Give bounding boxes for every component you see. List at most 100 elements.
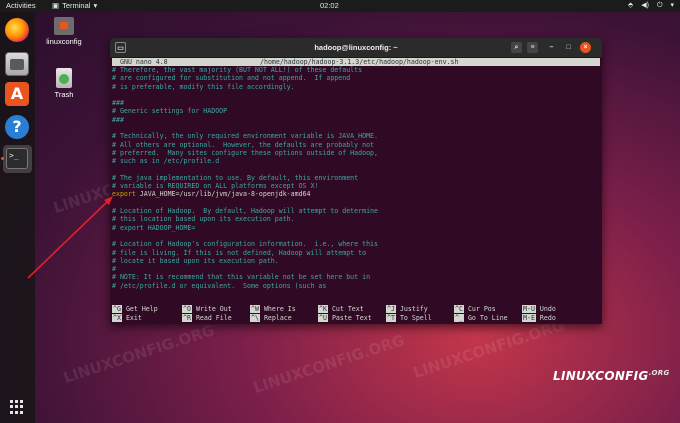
shortcut-label: Paste Text [331,313,372,322]
shortcut-undo[interactable]: M-U Undo [522,305,556,313]
terminal-screen[interactable]: GNU nano 4.8 /home/hadoop/hadoop-3.1.3/e… [110,57,602,324]
volume-icon: ◀) [641,2,649,9]
shortcut-label: Undo [539,305,556,313]
shortcut-row-1: ^G Get Help ^O Write Out ^W Where Is ^K … [112,305,600,314]
firefox-icon[interactable] [5,18,29,42]
code-line: # preferred. Many sites configure these … [112,148,378,157]
code-line: # Location of Hadoop. By default, Hadoop… [112,207,378,216]
system-tray[interactable]: ⬘ ◀) ⏻ ▾ [628,1,674,11]
shortcut-cur-pos[interactable]: ^C Cur Pos [454,305,496,313]
home-folder-label: linuxconfig [46,37,82,46]
help-icon[interactable]: ? [5,115,29,139]
shortcut-key: M-U [522,305,536,313]
hamburger-menu-icon[interactable]: ≡ [527,42,538,53]
shortcut-label: Justify [399,305,428,313]
code-line: ### [112,115,124,124]
shortcut-justify[interactable]: ^J Justify [386,305,428,313]
shortcut-key: M-E [522,313,536,322]
shortcut-exit[interactable]: ^X Exit [112,313,142,322]
shortcut-key: ^R [182,313,192,322]
shortcut-label: To Spell [399,313,432,322]
shortcut-where-is[interactable]: ^W Where Is [250,305,296,313]
app-menu-terminal[interactable]: ▣ Terminal ▾ [52,1,97,10]
code-line: # All others are optional. However, the … [112,140,375,149]
files-icon[interactable] [5,52,29,76]
shortcut-get-help[interactable]: ^G Get Help [112,305,158,313]
shortcut-to-spell[interactable]: ^T To Spell [386,313,432,322]
shortcut-key: ^\ [250,313,260,322]
code-line: # Therefore, the vast majority (BUT NOT … [112,66,363,74]
shortcut-paste-text[interactable]: ^U Paste Text [318,313,372,322]
activities-button[interactable]: Activities [6,1,36,10]
shortcut-key: ^J [386,305,396,313]
code-line: # is preferable, modify this file accord… [112,82,295,91]
home-folder-icon [54,17,74,35]
code-line: # The java implementation to use. By def… [112,173,359,182]
top-bar: Activities ▣ Terminal ▾ 02:02 ⬘ ◀) ⏻ ▾ [0,0,680,12]
brand-main: LINUXCONFIG [553,369,649,383]
shortcut-go-to-line[interactable]: ^_ Go To Line [454,313,508,322]
clock[interactable]: 02:02 [320,1,339,10]
shortcut-label: Where Is [263,305,296,313]
code-line: # NOTE: It is recommend that this variab… [112,273,371,282]
search-icon[interactable]: ⌕ [511,42,522,53]
trash-label: Trash [54,90,74,99]
code-line: # [112,265,116,274]
shortcut-key: ^C [454,305,464,313]
shortcut-label: Write Out [195,305,232,313]
shortcut-key: ^U [318,313,328,322]
code-line: # are configured for substitution and no… [112,74,351,83]
shortcut-key: ^T [386,313,396,322]
watermark: LINUXCONFIG.ORG [61,321,217,387]
shortcut-label: Go To Line [467,313,508,322]
software-store-icon[interactable]: A [5,82,29,106]
chevron-down-icon: ▾ [93,1,98,10]
code-line: # export HADOOP_HOME= [112,223,196,232]
nano-header: GNU nano 4.8 /home/hadoop/hadoop-3.1.3/e… [112,58,600,66]
export-java-home-line: export JAVA_HOME=/usr/lib/jvm/java-8-ope… [112,190,600,198]
shortcut-replace[interactable]: ^\ Replace [250,313,292,322]
code-line: # Location of Hadoop's configuration inf… [112,240,378,249]
watermark: LINUXCONFIG.ORG [411,316,567,382]
minimize-icon[interactable]: – [546,42,557,53]
terminal-titlebar[interactable]: ▭ hadoop@linuxconfig: ~ ⌕ ≡ – □ × [110,38,602,57]
terminal-dock-icon[interactable]: >_ [3,145,32,173]
close-icon[interactable]: × [580,42,591,53]
code-line: ### [112,99,124,108]
java-home-value: JAVA_HOME=/usr/lib/jvm/java-8-openjdk-am… [135,190,311,199]
shortcut-label: Get Help [125,305,158,313]
show-applications-icon[interactable] [10,400,24,414]
nano-editor-content[interactable]: # Therefore, the vast majority (BUT NOT … [112,66,600,290]
watermark: LINUXCONFIG.ORG [251,331,407,397]
chevron-down-icon: ▾ [670,2,674,9]
network-icon: ⬘ [627,2,634,9]
shortcut-redo[interactable]: M-E Redo [522,313,556,322]
shortcut-label: Replace [263,313,292,322]
shortcut-key: ^_ [454,313,464,322]
shortcut-key: ^K [318,305,328,313]
shortcut-write-out[interactable]: ^O Write Out [182,305,232,313]
shortcut-row-2: ^X Exit ^R Read File ^\ Replace ^U Paste… [112,313,600,323]
shortcut-cut-text[interactable]: ^K Cut Text [318,305,364,313]
annotation-arrow [27,196,113,279]
code-line: # this location based upon its execution… [112,215,295,224]
maximize-icon[interactable]: □ [563,42,574,53]
code-line: # file is living. If this is not defined… [112,248,367,257]
code-line: # such as in /etc/profile.d [112,157,220,166]
terminal-window[interactable]: ▭ hadoop@linuxconfig: ~ ⌕ ≡ – □ × GNU na… [110,38,602,324]
desktop-trash[interactable]: Trash [50,68,78,99]
desktop-home-folder[interactable]: linuxconfig [44,17,84,46]
shortcut-label: Cur Pos [467,305,496,313]
shortcut-label: Read File [195,313,232,322]
code-line: # Technically, the only required environ… [112,132,378,141]
shortcut-key: ^X [112,313,122,322]
code-line: # Generic settings for HADOOP [112,107,228,116]
app-menu-label: Terminal [62,1,91,10]
running-indicator [1,157,4,160]
shortcut-read-file[interactable]: ^R Read File [182,313,232,322]
